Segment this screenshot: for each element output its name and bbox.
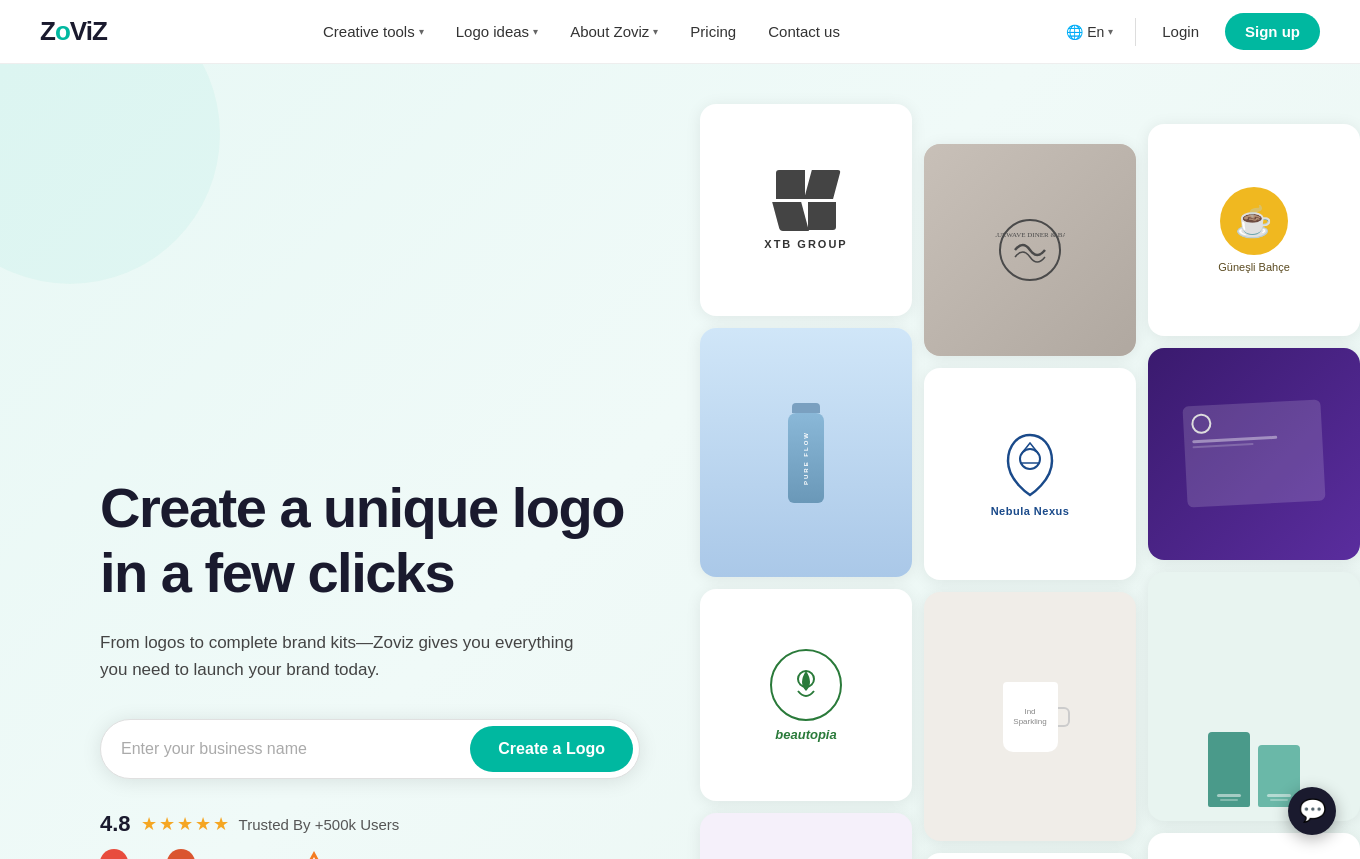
nav-actions: 🌐 En ▾ Login Sign up	[1056, 13, 1320, 50]
trust-text: Trusted By +500k Users	[239, 816, 400, 833]
rating-number: 4.8	[100, 811, 131, 837]
logo-card-packaging	[1148, 572, 1360, 821]
nav-links: Creative tools ▾ Logo ideas ▾ About Zovi…	[309, 15, 854, 48]
nav-about[interactable]: About Zoviz ▾	[556, 15, 672, 48]
chevron-down-icon: ▾	[653, 26, 658, 37]
nav-contact[interactable]: Contact us	[754, 15, 854, 48]
hero-title: Create a unique logo in a few clicks	[100, 476, 640, 605]
trust-badges: G G2 ▲ Product Hunt SourceForge	[100, 849, 640, 859]
hero-left: Create a unique logo in a few clicks Fro…	[0, 64, 680, 859]
logo-card-gunesli: ☕ Güneşli Bahçe	[1148, 124, 1360, 336]
logo-col-2: BLUEWAVE DINER & BAR Nebula Nexus	[924, 144, 1136, 859]
create-logo-button[interactable]: Create a Logo	[470, 726, 633, 772]
logo-card-ind: IndSparkling	[924, 592, 1136, 841]
svg-text:BLUEWAVE DINER & BAR: BLUEWAVE DINER & BAR	[995, 231, 1065, 239]
star-5: ★	[213, 813, 229, 835]
login-button[interactable]: Login	[1148, 15, 1213, 48]
product-hunt-badge[interactable]: ▲ Product Hunt	[167, 849, 283, 859]
business-name-input[interactable]	[121, 732, 470, 766]
hero-section: Create a unique logo in a few clicks Fro…	[0, 64, 1360, 859]
logo-card-xtb: XTB GROUP	[700, 104, 912, 316]
signup-button[interactable]: Sign up	[1225, 13, 1320, 50]
logo-card-pure-flow: PURE FLOW	[700, 328, 912, 577]
product-hunt-icon: ▲	[167, 849, 195, 859]
logo-creator-form: Create a Logo	[100, 719, 640, 779]
logo-card-atelier: L'Atelier des Saveurs Since 1987	[924, 853, 1136, 859]
nebula-label: Nebula Nexus	[991, 505, 1070, 517]
star-3: ★	[177, 813, 193, 835]
logo[interactable]: ZoViZ	[40, 16, 107, 47]
sourceforge-badge[interactable]: SourceForge	[300, 849, 414, 859]
chevron-down-icon: ▾	[1108, 26, 1113, 37]
language-selector[interactable]: 🌐 En ▾	[1056, 18, 1123, 46]
nav-creative-tools[interactable]: Creative tools ▾	[309, 15, 438, 48]
logo-card-bluewave: BLUEWAVE DINER & BAR	[924, 144, 1136, 356]
star-2: ★	[159, 813, 175, 835]
star-rating: ★ ★ ★ ★ ★	[141, 813, 229, 835]
logo-col-1: XTB GROUP PURE FLOW	[700, 104, 912, 859]
g2-badge[interactable]: G G2	[100, 849, 151, 859]
xtb-icon	[776, 170, 836, 230]
chat-icon: 💬	[1299, 798, 1326, 824]
logo-card-nebula: Nebula Nexus	[924, 368, 1136, 580]
coffee-icon: ☕	[1235, 204, 1272, 239]
chevron-down-icon: ▾	[533, 26, 538, 37]
xtb-label: XTB GROUP	[764, 238, 847, 250]
beautopia-circle	[770, 649, 842, 721]
beautopia-label: beautopia	[775, 727, 836, 742]
hero-right: XTB GROUP PURE FLOW	[680, 64, 1360, 859]
chat-widget[interactable]: 💬	[1288, 787, 1336, 835]
star-1: ★	[141, 813, 157, 835]
logo-card-beautopia: beautopia	[700, 589, 912, 801]
logo-card-beauty-salon: ビューティーサロン	[1148, 833, 1360, 859]
gunesli-label: Güneşli Bahçe	[1218, 261, 1290, 273]
sourceforge-icon	[300, 849, 328, 859]
nav-divider	[1135, 18, 1136, 46]
navbar: ZoViZ Creative tools ▾ Logo ideas ▾ Abou…	[0, 0, 1360, 64]
trust-section: 4.8 ★ ★ ★ ★ ★ Trusted By +500k Users G G…	[100, 811, 640, 859]
trust-rating: 4.8 ★ ★ ★ ★ ★ Trusted By +500k Users	[100, 811, 640, 837]
star-4: ★	[195, 813, 211, 835]
logo-card-business-card	[1148, 348, 1360, 560]
logo-card-purple-boxes: ●	[700, 813, 912, 859]
hero-subtitle: From logos to complete brand kits—Zoviz …	[100, 629, 580, 683]
chevron-down-icon: ▾	[419, 26, 424, 37]
logo-text: ZoViZ	[40, 16, 107, 47]
logo-col-3: ☕ Güneşli Bahçe	[1148, 124, 1360, 859]
nav-pricing[interactable]: Pricing	[676, 15, 750, 48]
g2-icon: G	[100, 849, 128, 859]
globe-icon: 🌐	[1066, 24, 1083, 40]
nav-logo-ideas[interactable]: Logo ideas ▾	[442, 15, 552, 48]
logo-grid: XTB GROUP PURE FLOW	[680, 84, 1360, 859]
